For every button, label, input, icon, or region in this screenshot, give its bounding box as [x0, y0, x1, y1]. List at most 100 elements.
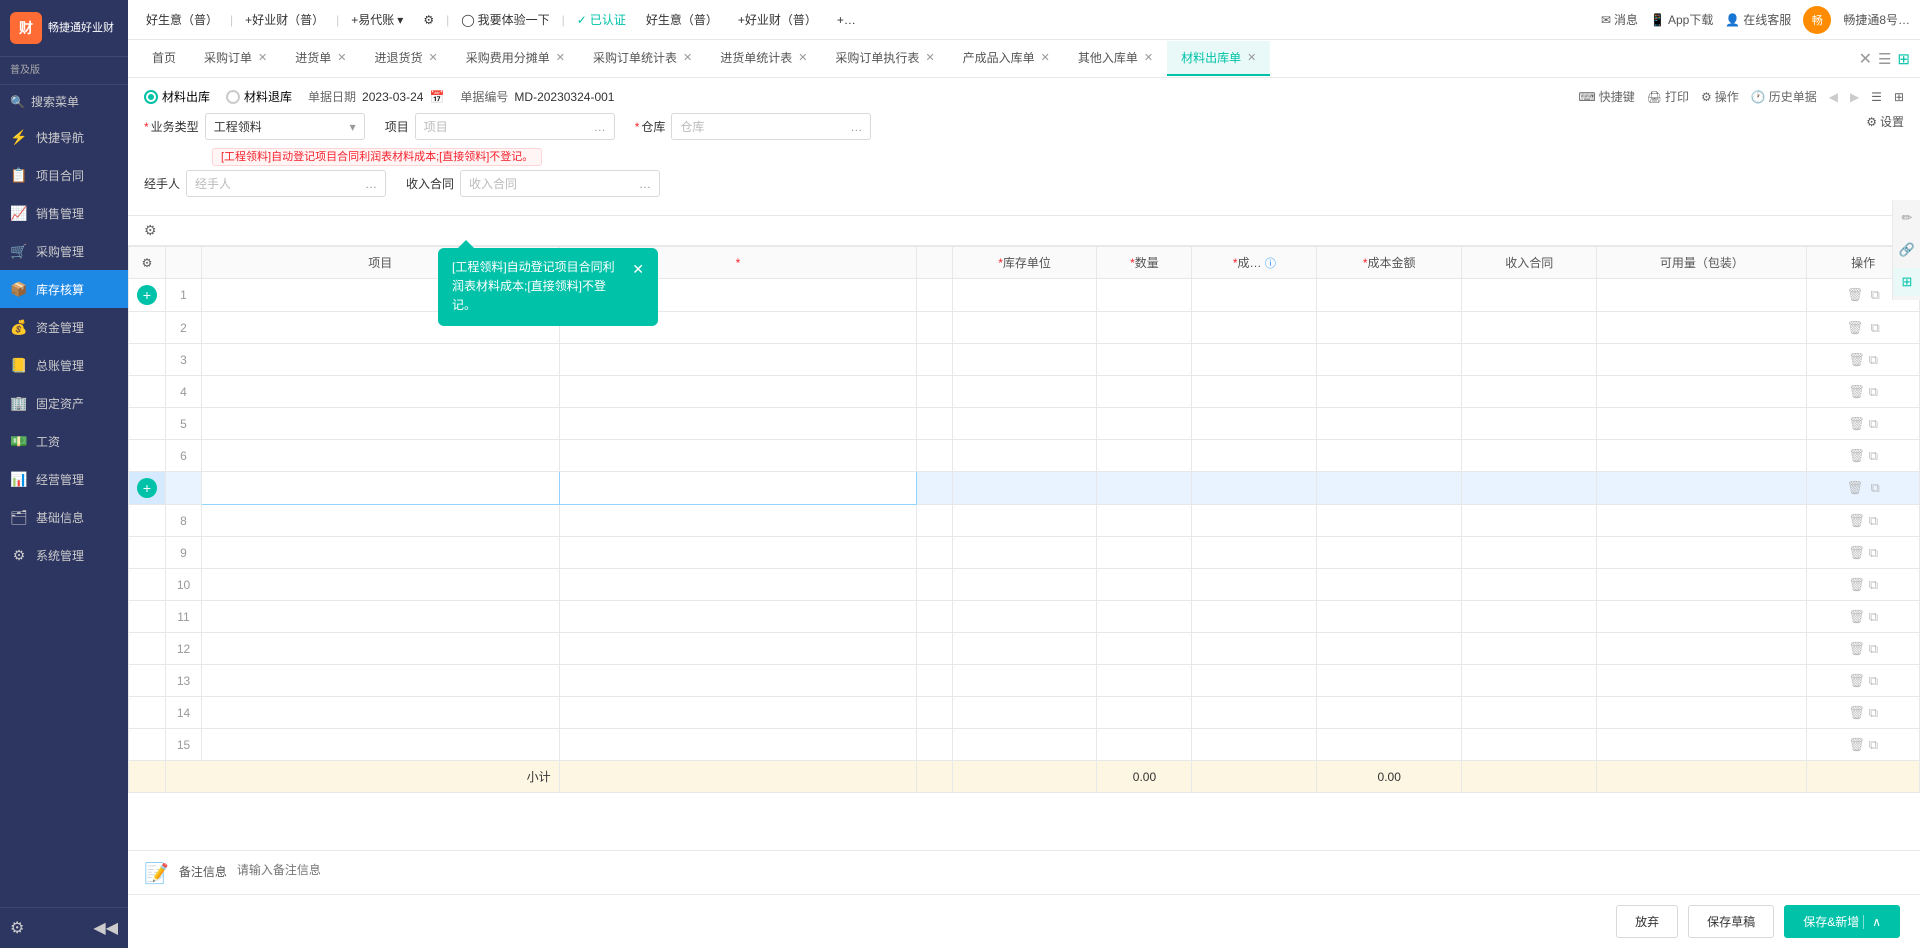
tab-grid-view-icon[interactable]: ⊞: [1897, 50, 1910, 68]
tooltip-close-btn[interactable]: ✕: [632, 258, 644, 280]
table-settings-icon[interactable]: ⚙: [144, 222, 157, 239]
tab-close-purchase-execution[interactable]: ✕: [925, 51, 934, 64]
online-service-btn[interactable]: 👤 在线客服: [1725, 11, 1791, 28]
discard-button[interactable]: 放弃: [1616, 905, 1678, 938]
sidebar-item-system[interactable]: ⚙ 系统管理: [0, 536, 128, 574]
row-delete-icon[interactable]: 🗑: [1848, 737, 1865, 752]
list-view-btn[interactable]: ☰: [1871, 90, 1882, 104]
tab-close-material-issue[interactable]: ✕: [1247, 51, 1256, 64]
save-new-button[interactable]: 保存&新增 ∧: [1784, 905, 1900, 938]
right-panel-link-icon[interactable]: 🔗: [1893, 236, 1920, 264]
handler-select[interactable]: 经手人 …: [186, 170, 386, 197]
right-panel-edit-icon[interactable]: ✏: [1893, 204, 1920, 232]
row-copy-icon[interactable]: ⧉: [1869, 737, 1878, 752]
row-delete-icon[interactable]: 🗑: [1848, 673, 1865, 688]
sidebar-item-sales[interactable]: 📈 销售管理: [0, 194, 128, 232]
row-copy-icon[interactable]: ⧉: [1869, 673, 1878, 688]
row-material-input[interactable]: [568, 481, 909, 495]
history-btn[interactable]: 🕐 历史单据: [1751, 88, 1817, 105]
row-delete-icon[interactable]: 🗑: [1847, 320, 1864, 335]
topbar-haoyecai2[interactable]: +好业财（普）: [730, 7, 825, 32]
sidebar-item-project[interactable]: 📋 项目合同: [0, 156, 128, 194]
tab-goods-stats[interactable]: 进货单统计表 ✕: [706, 41, 821, 76]
row-add-btn[interactable]: +: [137, 285, 157, 305]
avatar[interactable]: 畅: [1803, 6, 1831, 34]
row-copy-icon[interactable]: ⧉: [1869, 641, 1878, 656]
warehouse-select[interactable]: 仓库 …: [671, 113, 871, 140]
tab-purchase-execution[interactable]: 采购订单执行表 ✕: [821, 41, 948, 76]
row-delete-icon[interactable]: 🗑: [1848, 577, 1865, 592]
app-download-btn[interactable]: 📱 App下载: [1650, 11, 1713, 28]
quick-key-btn[interactable]: ⌨ 快捷键: [1578, 88, 1634, 105]
row-copy-icon[interactable]: ⧉: [1869, 448, 1878, 463]
sidebar-item-operations[interactable]: 📊 经营管理: [0, 460, 128, 498]
row-delete-icon[interactable]: 🗑: [1847, 480, 1864, 495]
tab-close-goods-stats[interactable]: ✕: [798, 51, 807, 64]
sidebar-item-payroll[interactable]: 💵 工资: [0, 422, 128, 460]
form-view-btn[interactable]: ⊞: [1894, 90, 1904, 104]
row-copy-icon[interactable]: ⧉: [1870, 287, 1879, 302]
row-copy-icon[interactable]: ⧉: [1869, 513, 1878, 528]
sidebar-item-finance[interactable]: 💰 资金管理: [0, 308, 128, 346]
topbar-haoyecai[interactable]: +好业财（普）: [237, 7, 332, 32]
tab-home[interactable]: 首页: [138, 41, 190, 76]
save-draft-button[interactable]: 保存草稿: [1688, 905, 1774, 938]
collapse-sidebar-icon[interactable]: ◀◀: [93, 918, 118, 938]
row-copy-icon[interactable]: ⧉: [1869, 609, 1878, 624]
sidebar-item-quick-nav[interactable]: ⚡ 快捷导航: [0, 118, 128, 156]
settings-bottom-icon[interactable]: ⚙: [10, 918, 24, 938]
project-select[interactable]: 项目 …: [415, 113, 615, 140]
form-settings-btn[interactable]: ⚙ 设置: [1866, 113, 1904, 130]
income-contract-more-icon[interactable]: …: [639, 177, 651, 191]
tab-list-view-icon[interactable]: ☰: [1878, 50, 1891, 68]
topbar-haoshengyi[interactable]: 好生意（普）: [138, 7, 226, 32]
row-delete-icon[interactable]: 🗑: [1848, 448, 1865, 463]
warehouse-more-icon[interactable]: …: [850, 120, 862, 134]
sidebar-item-purchase[interactable]: 🛒 采购管理: [0, 232, 128, 270]
radio-material-issue[interactable]: 材料出库: [144, 88, 210, 105]
topbar-more[interactable]: +…: [829, 9, 864, 31]
row-delete-icon[interactable]: 🗑: [1848, 384, 1865, 399]
row-copy-icon[interactable]: ⧉: [1869, 577, 1878, 592]
topbar-settings[interactable]: ⚙: [415, 9, 442, 31]
print-btn[interactable]: 🖨 打印: [1647, 88, 1689, 105]
row-delete-icon[interactable]: 🗑: [1848, 641, 1865, 656]
row-delete-icon[interactable]: 🗑: [1848, 416, 1865, 431]
close-all-tabs-icon[interactable]: ✕: [1859, 49, 1872, 69]
message-btn[interactable]: ✉ 消息: [1601, 11, 1638, 28]
sidebar-item-ledger[interactable]: 📒 总账管理: [0, 346, 128, 384]
row-delete-icon[interactable]: 🗑: [1848, 545, 1865, 560]
row-delete-icon[interactable]: 🗑: [1848, 609, 1865, 624]
tab-close-finished-product[interactable]: ✕: [1041, 51, 1050, 64]
sidebar-item-assets[interactable]: 🏢 固定资产: [0, 384, 128, 422]
topbar-trial[interactable]: ◯ 我要体验一下: [453, 7, 557, 32]
topbar-yidaizhang[interactable]: +易代账 ▾: [343, 7, 411, 32]
tab-purchase-stats[interactable]: 采购订单统计表 ✕: [579, 41, 706, 76]
topbar-certified[interactable]: ✓ 已认证: [569, 7, 634, 32]
row-copy-icon[interactable]: ⧉: [1869, 416, 1878, 431]
tab-close-goods-receipt[interactable]: ✕: [337, 51, 346, 64]
row-copy-icon[interactable]: ⧉: [1870, 480, 1879, 495]
tab-close-purchase-expense[interactable]: ✕: [556, 51, 565, 64]
tab-finished-product[interactable]: 产成品入库单 ✕: [949, 41, 1064, 76]
tab-goods-return[interactable]: 进退货货 ✕: [360, 41, 451, 76]
tab-purchase-order[interactable]: 采购订单 ✕: [190, 41, 281, 76]
row-delete-icon[interactable]: 🗑: [1847, 287, 1864, 302]
cost-price-info-icon[interactable]: ⓘ: [1265, 258, 1276, 270]
tab-other-storage[interactable]: 其他入库单 ✕: [1064, 41, 1167, 76]
operation-btn[interactable]: ⚙ 操作: [1701, 88, 1739, 105]
business-type-select[interactable]: 工程领料 ▾: [205, 113, 365, 140]
row-project-input[interactable]: [210, 481, 551, 495]
handler-more-icon[interactable]: …: [365, 177, 377, 191]
row-copy-icon[interactable]: ⧉: [1869, 705, 1878, 720]
save-new-arrow-icon[interactable]: ∧: [1863, 915, 1881, 929]
calendar-icon[interactable]: 📅: [429, 90, 444, 104]
sidebar-search[interactable]: 🔍 搜索菜单: [0, 85, 128, 118]
tab-close-purchase-order[interactable]: ✕: [258, 51, 267, 64]
project-more-icon[interactable]: …: [594, 120, 606, 134]
row-add-row-btn[interactable]: +: [137, 478, 157, 498]
income-contract-select[interactable]: 收入合同 …: [460, 170, 660, 197]
row-copy-icon[interactable]: ⧉: [1869, 384, 1878, 399]
tab-close-goods-return[interactable]: ✕: [429, 51, 438, 64]
sidebar-item-basic[interactable]: 🗂 基础信息: [0, 498, 128, 536]
